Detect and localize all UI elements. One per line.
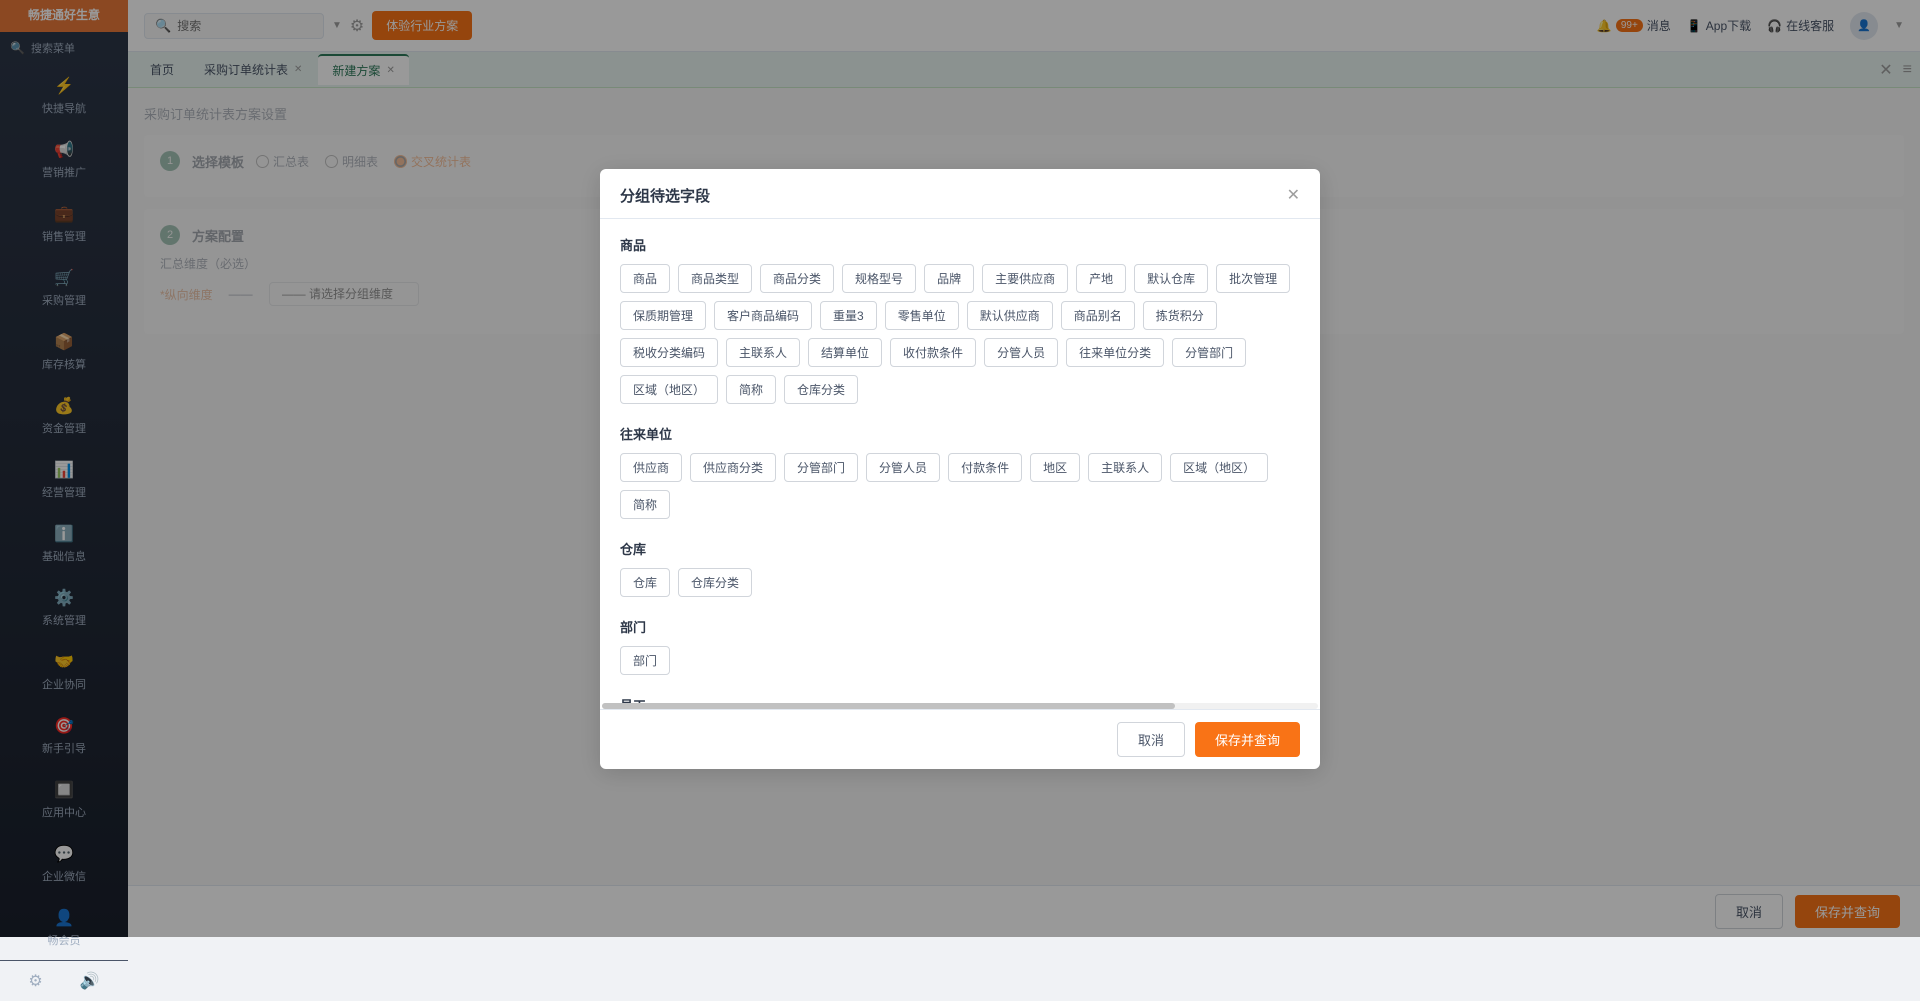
field-tag[interactable]: 零售单位 xyxy=(885,301,959,330)
field-tag[interactable]: 主联系人 xyxy=(726,338,800,367)
field-tag[interactable]: 区域（地区） xyxy=(1170,453,1268,482)
field-tag[interactable]: 品牌 xyxy=(924,264,974,293)
modal-save-button[interactable]: 保存并查询 xyxy=(1195,722,1300,757)
field-tag[interactable]: 批次管理 xyxy=(1216,264,1290,293)
field-tag[interactable]: 部门 xyxy=(620,646,670,675)
field-tag[interactable]: 分管人员 xyxy=(866,453,940,482)
modal-overlay: 分组待选字段 ✕ 商品商品商品类型商品分类规格型号品牌主要供应商产地默认仓库批次… xyxy=(0,0,1920,937)
modal-cancel-button[interactable]: 取消 xyxy=(1117,722,1185,757)
field-tags-partner: 供应商供应商分类分管部门分管人员付款条件地区主联系人区域（地区） 简称 xyxy=(620,453,1300,519)
field-section-department: 部门部门 xyxy=(620,617,1300,675)
modal-header: 分组待选字段 ✕ xyxy=(600,169,1320,219)
field-tag[interactable]: 收付款条件 xyxy=(890,338,976,367)
field-section-partner: 往来单位供应商供应商分类分管部门分管人员付款条件地区主联系人区域（地区） 简称 xyxy=(620,424,1300,519)
field-tag[interactable]: 主要供应商 xyxy=(982,264,1068,293)
field-section-goods: 商品商品商品类型商品分类规格型号品牌主要供应商产地默认仓库批次管理保质期管理客户… xyxy=(620,235,1300,404)
field-tag[interactable]: 重量3 xyxy=(820,301,877,330)
field-tags-goods: 商品商品类型商品分类规格型号品牌主要供应商产地默认仓库批次管理保质期管理客户商品… xyxy=(620,264,1300,404)
field-tag[interactable]: 保质期管理 xyxy=(620,301,706,330)
field-section-warehouse: 仓库仓库仓库分类 xyxy=(620,539,1300,597)
field-tag[interactable]: 规格型号 xyxy=(842,264,916,293)
sound-icon[interactable]: 🔊 xyxy=(80,971,100,991)
field-tag[interactable]: 地区 xyxy=(1030,453,1080,482)
field-tag[interactable]: 结算单位 xyxy=(808,338,882,367)
modal-title: 分组待选字段 xyxy=(620,185,710,206)
field-tags-department: 部门 xyxy=(620,646,1300,675)
field-tag[interactable]: 仓库分类 xyxy=(784,375,858,404)
field-tag[interactable]: 税收分类编码 xyxy=(620,338,718,367)
field-tag[interactable]: 客户商品编码 xyxy=(714,301,812,330)
field-tag[interactable]: 默认供应商 xyxy=(967,301,1053,330)
field-tag[interactable]: 产地 xyxy=(1076,264,1126,293)
field-tag[interactable]: 拣货积分 xyxy=(1143,301,1217,330)
field-select-modal: 分组待选字段 ✕ 商品商品商品类型商品分类规格型号品牌主要供应商产地默认仓库批次… xyxy=(600,169,1320,769)
field-tag[interactable]: 仓库 xyxy=(620,568,670,597)
section-title-partner: 往来单位 xyxy=(620,424,1300,443)
field-tag[interactable]: 供应商 xyxy=(620,453,682,482)
field-tag[interactable]: 商品类型 xyxy=(678,264,752,293)
field-tag[interactable]: 往来单位分类 xyxy=(1066,338,1164,367)
field-tag[interactable]: 供应商分类 xyxy=(690,453,776,482)
section-title-goods: 商品 xyxy=(620,235,1300,254)
field-tag[interactable]: 分管人员 xyxy=(984,338,1058,367)
field-tag[interactable]: 分管部门 xyxy=(784,453,858,482)
sidebar-bottom: ⚙ 🔊 xyxy=(0,960,128,1001)
field-tag[interactable]: 区域（地区） xyxy=(620,375,718,404)
section-title-employee: 员工 xyxy=(620,695,1300,703)
field-tag[interactable]: 简称 xyxy=(620,490,670,519)
field-tag[interactable]: 商品 xyxy=(620,264,670,293)
modal-close-button[interactable]: ✕ xyxy=(1287,185,1300,205)
field-tag[interactable]: 默认仓库 xyxy=(1134,264,1208,293)
modal-body: 商品商品商品类型商品分类规格型号品牌主要供应商产地默认仓库批次管理保质期管理客户… xyxy=(600,219,1320,703)
field-tag[interactable]: 简称 xyxy=(726,375,776,404)
settings-icon[interactable]: ⚙ xyxy=(28,971,42,991)
modal-footer: 取消 保存并查询 xyxy=(600,709,1320,769)
field-tag[interactable]: 仓库分类 xyxy=(678,568,752,597)
section-title-department: 部门 xyxy=(620,617,1300,636)
section-title-warehouse: 仓库 xyxy=(620,539,1300,558)
field-tag[interactable]: 主联系人 xyxy=(1088,453,1162,482)
field-tag[interactable]: 分管部门 xyxy=(1172,338,1246,367)
field-tag[interactable]: 商品别名 xyxy=(1061,301,1135,330)
field-tag[interactable]: 付款条件 xyxy=(948,453,1022,482)
field-tags-warehouse: 仓库仓库分类 xyxy=(620,568,1300,597)
field-tag[interactable]: 商品分类 xyxy=(760,264,834,293)
field-section-employee: 员工业务员 xyxy=(620,695,1300,703)
horizontal-scrollbar[interactable] xyxy=(602,703,1318,709)
